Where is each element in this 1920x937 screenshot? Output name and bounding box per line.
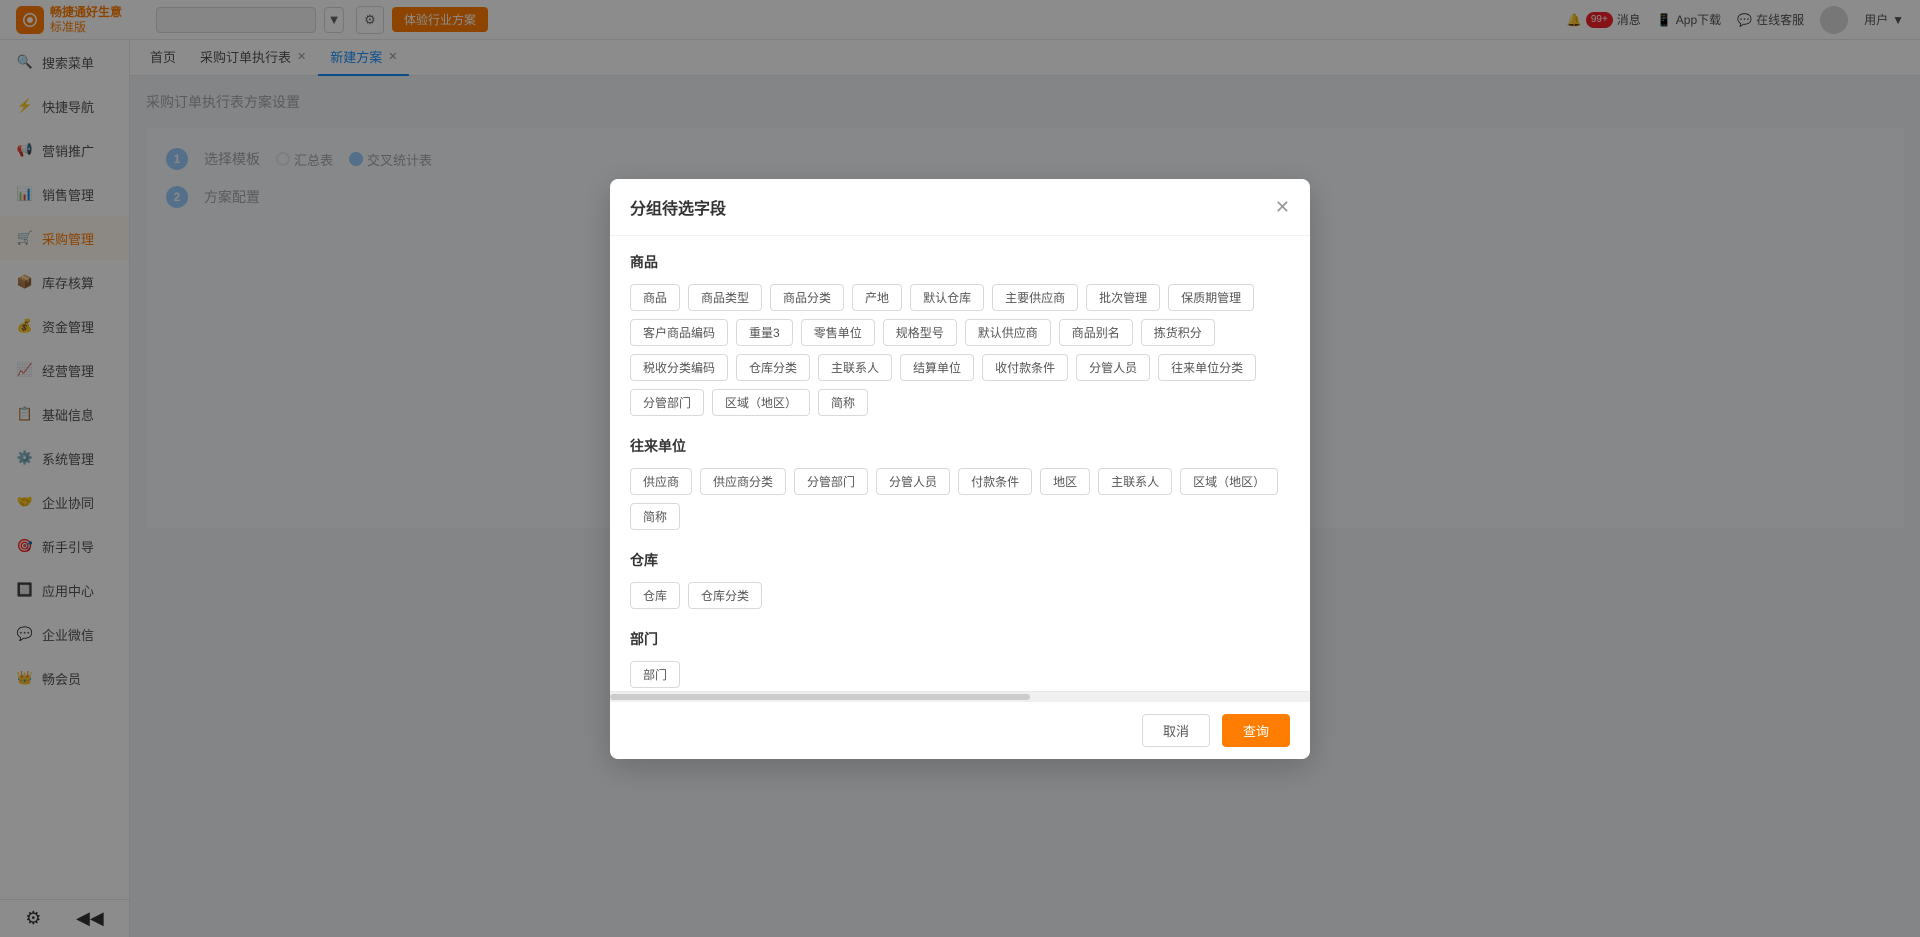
field-tag-2-0[interactable]: 仓库	[630, 582, 680, 609]
field-tag-0-15[interactable]: 税收分类编码	[630, 354, 728, 381]
modal: 分组待选字段 ✕ 商品商品商品类型商品分类产地默认仓库主要供应商批次管理保质期管…	[610, 179, 1310, 759]
section-tags-1: 供应商供应商分类分管部门分管人员付款条件地区主联系人区域（地区） 简称	[630, 468, 1290, 530]
section-tags-0: 商品商品类型商品分类产地默认仓库主要供应商批次管理保质期管理客户商品编码重量3 零…	[630, 284, 1290, 416]
field-tag-0-0[interactable]: 商品	[630, 284, 680, 311]
section-title-1: 往来单位	[630, 436, 1290, 456]
modal-title: 分组待选字段	[630, 195, 726, 219]
field-tag-0-9[interactable]: 重量3	[736, 319, 793, 346]
field-tag-1-3[interactable]: 分管人员	[876, 468, 950, 495]
field-tag-3-0[interactable]: 部门	[630, 661, 680, 688]
field-tag-0-14[interactable]: 拣货积分	[1141, 319, 1215, 346]
field-tag-1-8[interactable]: 简称	[630, 503, 680, 530]
field-tag-1-5[interactable]: 地区	[1040, 468, 1090, 495]
cancel-button[interactable]: 取消	[1142, 714, 1210, 747]
field-tag-0-8[interactable]: 客户商品编码	[630, 319, 728, 346]
field-tag-0-21[interactable]: 往来单位分类	[1158, 354, 1256, 381]
field-tag-2-1[interactable]: 仓库分类	[688, 582, 762, 609]
field-tag-0-5[interactable]: 主要供应商	[992, 284, 1078, 311]
modal-header: 分组待选字段 ✕	[610, 179, 1310, 236]
field-tag-0-13[interactable]: 商品别名	[1059, 319, 1133, 346]
field-tag-0-17[interactable]: 主联系人	[818, 354, 892, 381]
section-1: 往来单位供应商供应商分类分管部门分管人员付款条件地区主联系人区域（地区） 简称	[630, 436, 1290, 530]
field-tag-0-6[interactable]: 批次管理	[1086, 284, 1160, 311]
section-title-0: 商品	[630, 252, 1290, 272]
modal-horizontal-scrollbar[interactable]	[610, 691, 1310, 701]
field-tag-0-19[interactable]: 收付款条件	[982, 354, 1068, 381]
field-tag-1-6[interactable]: 主联系人	[1098, 468, 1172, 495]
field-tag-1-2[interactable]: 分管部门	[794, 468, 868, 495]
field-tag-0-24[interactable]: 简称	[818, 389, 868, 416]
field-tag-1-7[interactable]: 区域（地区）	[1180, 468, 1278, 495]
modal-footer: 取消 查询	[610, 701, 1310, 759]
section-title-2: 仓库	[630, 550, 1290, 570]
section-3: 部门部门	[630, 629, 1290, 688]
field-tag-0-11[interactable]: 规格型号	[883, 319, 957, 346]
field-tag-1-4[interactable]: 付款条件	[958, 468, 1032, 495]
field-tag-0-3[interactable]: 产地	[852, 284, 902, 311]
field-tag-0-12[interactable]: 默认供应商	[965, 319, 1051, 346]
field-tag-0-2[interactable]: 商品分类	[770, 284, 844, 311]
modal-close-btn[interactable]: ✕	[1275, 198, 1290, 216]
confirm-button[interactable]: 查询	[1222, 714, 1290, 747]
field-tag-0-16[interactable]: 仓库分类	[736, 354, 810, 381]
field-tag-0-22[interactable]: 分管部门	[630, 389, 704, 416]
field-tag-0-20[interactable]: 分管人员	[1076, 354, 1150, 381]
field-tag-0-10[interactable]: 零售单位	[801, 319, 875, 346]
field-tag-0-23[interactable]: 区域（地区）	[712, 389, 810, 416]
section-2: 仓库仓库仓库分类	[630, 550, 1290, 609]
field-tag-1-0[interactable]: 供应商	[630, 468, 692, 495]
section-tags-3: 部门	[630, 661, 1290, 688]
field-tag-1-1[interactable]: 供应商分类	[700, 468, 786, 495]
modal-body: 商品商品商品类型商品分类产地默认仓库主要供应商批次管理保质期管理客户商品编码重量…	[610, 236, 1310, 691]
modal-hscroll-thumb	[610, 694, 1030, 700]
field-tag-0-18[interactable]: 结算单位	[900, 354, 974, 381]
field-tag-0-4[interactable]: 默认仓库	[910, 284, 984, 311]
section-title-3: 部门	[630, 629, 1290, 649]
field-tag-0-7[interactable]: 保质期管理	[1168, 284, 1254, 311]
modal-overlay: 分组待选字段 ✕ 商品商品商品类型商品分类产地默认仓库主要供应商批次管理保质期管…	[0, 0, 1920, 937]
section-tags-2: 仓库仓库分类	[630, 582, 1290, 609]
section-0: 商品商品商品类型商品分类产地默认仓库主要供应商批次管理保质期管理客户商品编码重量…	[630, 252, 1290, 416]
field-tag-0-1[interactable]: 商品类型	[688, 284, 762, 311]
